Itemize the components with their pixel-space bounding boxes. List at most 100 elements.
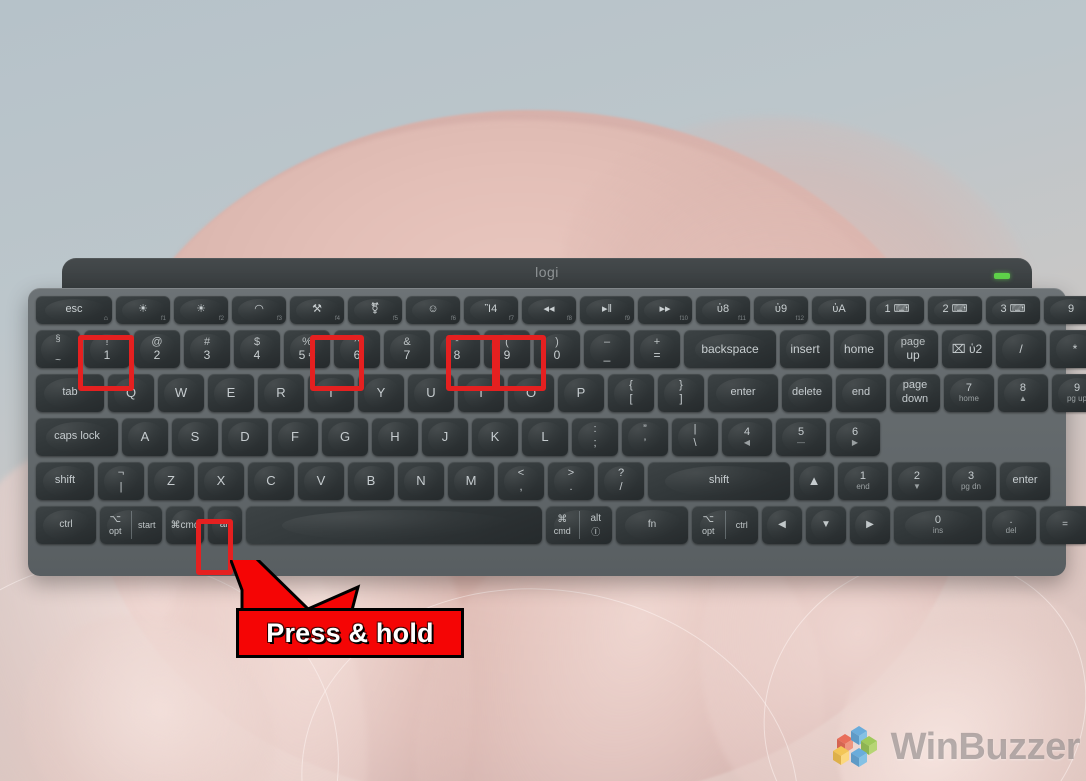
key-np-5[interactable]: 5— — [776, 418, 826, 456]
key-np-multiply[interactable]: * — [1050, 330, 1086, 368]
key-minus[interactable]: – _ — [584, 330, 630, 368]
key-page-up[interactable]: page up — [888, 330, 938, 368]
key-cmd-alt-right[interactable]: ⌘ cmd alt Ⓘ — [546, 506, 612, 544]
key-semicolon[interactable]: :; — [572, 418, 618, 456]
key-np-6[interactable]: 6 ▶ — [830, 418, 880, 456]
key-n[interactable]: N — [398, 462, 444, 500]
key-o[interactable]: O — [508, 374, 554, 412]
key-k[interactable]: K — [472, 418, 518, 456]
f3[interactable]: ◠ f3 — [232, 296, 286, 324]
key-shift-left[interactable]: shift — [36, 462, 94, 500]
f1[interactable]: ☀ f1 — [116, 296, 170, 324]
key-slash[interactable]: ? / — [598, 462, 644, 500]
key-space[interactable] — [246, 506, 542, 544]
key-l[interactable]: L — [522, 418, 568, 456]
key-ctrl-left[interactable]: ctrl — [36, 506, 96, 544]
key-z[interactable]: Z — [148, 462, 194, 500]
f8[interactable]: ◂◂ f8 — [522, 296, 576, 324]
key-quote[interactable]: ”’ — [622, 418, 668, 456]
key-f[interactable]: F — [272, 418, 318, 456]
device-1[interactable]: 1 ⌨ — [870, 296, 924, 324]
key-e[interactable]: E — [208, 374, 254, 412]
key-np-enter[interactable]: enter — [1000, 462, 1050, 500]
mute[interactable]: ὐA — [812, 296, 866, 324]
key-y[interactable]: Y — [358, 374, 404, 412]
key-x[interactable]: X — [198, 462, 244, 500]
key-u[interactable]: U — [408, 374, 454, 412]
key-g[interactable]: G — [322, 418, 368, 456]
key-numlock[interactable]: ⌧ ὑ2 — [942, 330, 992, 368]
key-home[interactable]: home — [834, 330, 884, 368]
key-comma[interactable]: <, — [498, 462, 544, 500]
key-backslash[interactable]: | \ — [672, 418, 718, 456]
key-arrow-down[interactable]: ▼ — [806, 506, 846, 544]
key-c[interactable]: C — [248, 462, 294, 500]
f11[interactable]: ὐ8 f11 — [696, 296, 750, 324]
key-np-8[interactable]: 8 ▲ — [998, 374, 1048, 412]
key-backspace[interactable]: backspace — [684, 330, 776, 368]
key-a[interactable]: A — [122, 418, 168, 456]
key-np-3[interactable]: 3 pg dn — [946, 462, 996, 500]
key-np-divide[interactable]: / — [996, 330, 1046, 368]
f9[interactable]: ▸‖ f9 — [580, 296, 634, 324]
key-insert[interactable]: insert — [780, 330, 830, 368]
key-h[interactable]: H — [372, 418, 418, 456]
key-b[interactable]: B — [348, 462, 394, 500]
key-bracket-left[interactable]: {[ — [608, 374, 654, 412]
key-np-4[interactable]: 4 ◀ — [722, 418, 772, 456]
key-end[interactable]: end — [836, 374, 886, 412]
f2[interactable]: ☀ f2 — [174, 296, 228, 324]
key-alt[interactable]: alt — [208, 506, 242, 544]
device-2[interactable]: 2 ⌨ — [928, 296, 982, 324]
key-r[interactable]: R — [258, 374, 304, 412]
f12[interactable]: ὐ9 f12 — [754, 296, 808, 324]
key-np-9[interactable]: 9 pg up — [1052, 374, 1086, 412]
key-opt-start[interactable]: ⌥ opt start — [100, 506, 162, 544]
key-arrow-right[interactable]: ▶ — [850, 506, 890, 544]
key-s[interactable]: S — [172, 418, 218, 456]
key-section[interactable]: ±§ ~` — [36, 330, 80, 368]
key-np-0[interactable]: 0 ins — [894, 506, 982, 544]
key-p[interactable]: P — [558, 374, 604, 412]
key-tab[interactable]: tab — [36, 374, 104, 412]
key-angle[interactable]: ¬ | — [98, 462, 144, 500]
f5[interactable]: ⚧ f5 — [348, 296, 402, 324]
key-0[interactable]: ) 0 — [534, 330, 580, 368]
f4[interactable]: ⚒ f4 — [290, 296, 344, 324]
key-5[interactable]: % 5 € — [284, 330, 330, 368]
key-j[interactable]: J — [422, 418, 468, 456]
key-2[interactable]: @2 — [134, 330, 180, 368]
key-enter[interactable]: enter — [708, 374, 778, 412]
key-np-7[interactable]: 7 home — [944, 374, 994, 412]
key-page-down[interactable]: page down — [890, 374, 940, 412]
key-caps-lock[interactable]: caps lock — [36, 418, 118, 456]
key-np-equals[interactable]: = — [1040, 506, 1086, 544]
key-np-period[interactable]: . del — [986, 506, 1036, 544]
key-6[interactable]: ^ 6 — [334, 330, 380, 368]
key-t[interactable]: T — [308, 374, 354, 412]
f6[interactable]: ☺ f6 — [406, 296, 460, 324]
calculator[interactable]: ὚9 — [1044, 296, 1086, 324]
key-i[interactable]: I — [458, 374, 504, 412]
key-opt-ctrl-right[interactable]: ⌥ opt ctrl — [692, 506, 758, 544]
key-3[interactable]: #3 — [184, 330, 230, 368]
key-4[interactable]: $4 — [234, 330, 280, 368]
key-shift-right[interactable]: shift — [648, 462, 790, 500]
f7[interactable]: Ἲ4 f7 — [464, 296, 518, 324]
key-q[interactable]: Q — [108, 374, 154, 412]
key-cmd-left[interactable]: ⌘cmd — [166, 506, 204, 544]
key-w[interactable]: W — [158, 374, 204, 412]
key-equals[interactable]: + = — [634, 330, 680, 368]
device-3[interactable]: 3 ⌨ — [986, 296, 1040, 324]
key-arrow-up[interactable]: ▲ — [794, 462, 834, 500]
key-np-2[interactable]: 2 ▼ — [892, 462, 942, 500]
key-period[interactable]: >. — [548, 462, 594, 500]
key-1[interactable]: ! 1 — [84, 330, 130, 368]
key-delete[interactable]: delete — [782, 374, 832, 412]
key-fn[interactable]: fn — [616, 506, 688, 544]
f10[interactable]: ▸▸ f10 — [638, 296, 692, 324]
key-arrow-left[interactable]: ◀ — [762, 506, 802, 544]
key-9[interactable]: (9 — [484, 330, 530, 368]
key-8[interactable]: * 8 — [434, 330, 480, 368]
key-m[interactable]: M — [448, 462, 494, 500]
